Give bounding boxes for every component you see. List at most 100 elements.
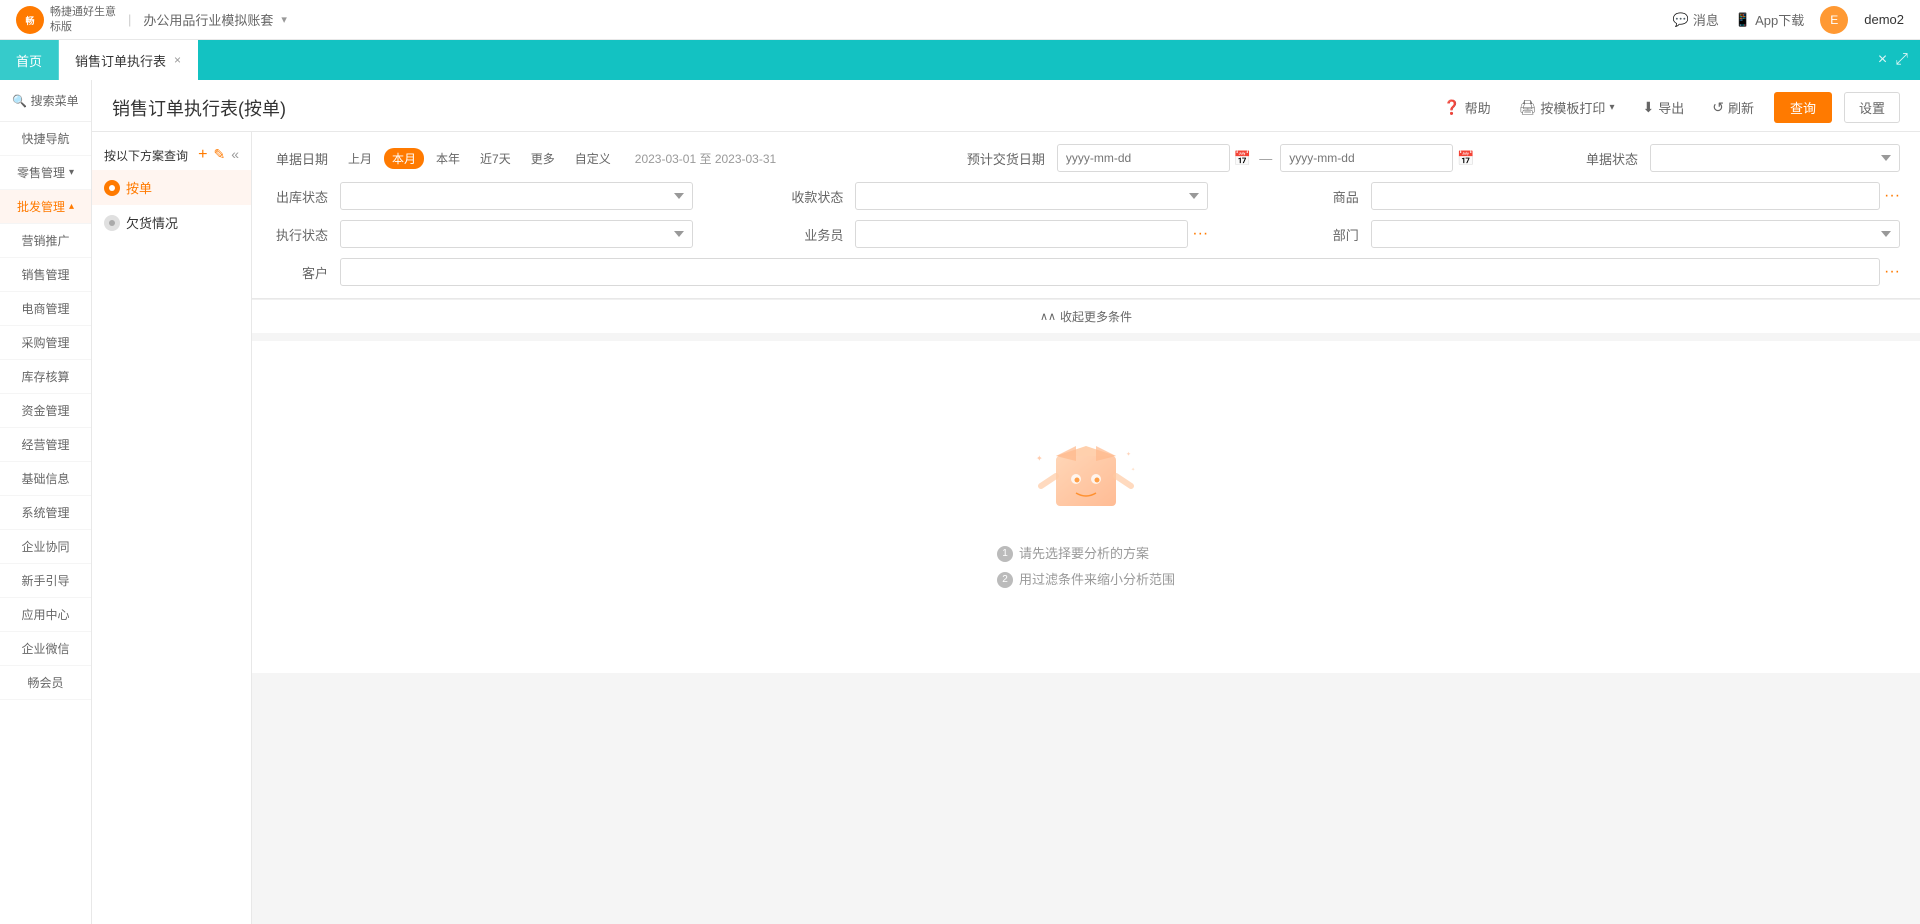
collapse-btn[interactable]: ∧∧ 收起更多条件 <box>252 299 1920 333</box>
sidebar-item-sales[interactable]: 销售管理 <box>0 258 91 292</box>
help-btn[interactable]: ❓ 帮助 <box>1435 94 1498 121</box>
date-tab-prev-month[interactable]: 上月 <box>340 148 380 169</box>
breadcrumb-dropdown-icon[interactable]: ▾ <box>281 13 287 26</box>
product-label: 商品 <box>1303 187 1359 206</box>
tab-spacer <box>198 40 1866 80</box>
username: demo2 <box>1864 12 1904 27</box>
product-field: ··· <box>1371 182 1900 210</box>
top-bar: 畅 畅捷通好生意 标版 | 办公用品行业模拟账套 ▾ 💬 消息 📱 App下载 … <box>0 0 1920 40</box>
top-bar-right: 💬 消息 📱 App下载 E demo2 <box>1673 6 1904 34</box>
sidebar-item-retail[interactable]: 零售管理 ▾ <box>0 156 91 190</box>
sidebar-item-quick-nav[interactable]: 快捷导航 <box>0 122 91 156</box>
solution-panel-actions: + ✎ « <box>198 146 239 164</box>
sidebar-item-finance[interactable]: 资金管理 <box>0 394 91 428</box>
solution-item-order[interactable]: 按单 <box>92 170 251 205</box>
delivery-status-label: 出库状态 <box>272 187 328 206</box>
tab-nav: 首页 销售订单执行表 × × ⤢ <box>0 40 1920 80</box>
payment-status-label: 收款状态 <box>787 187 843 206</box>
avatar[interactable]: E <box>1820 6 1848 34</box>
date-label: 单据日期 <box>272 149 328 168</box>
date-tab-7days[interactable]: 近7天 <box>472 148 519 169</box>
logo-icon: 畅 <box>16 6 44 34</box>
window-maximize-btn[interactable]: ⤢ <box>1895 51 1908 69</box>
delivery-status-field <box>340 182 693 210</box>
sidebar-search-btn[interactable]: 🔍 搜索菜单 <box>8 88 83 113</box>
sidebar-item-inventory[interactable]: 库存核算 <box>0 360 91 394</box>
date-tab-current-month[interactable]: 本月 <box>384 148 424 169</box>
template-print-btn[interactable]: 🖨 按模板打印 ▾ <box>1511 94 1623 121</box>
customer-label: 客户 <box>272 263 328 282</box>
window-close-btn[interactable]: × <box>1878 51 1887 69</box>
home-tab[interactable]: 首页 <box>0 40 59 80</box>
date-tab-more[interactable]: 更多 <box>523 148 563 169</box>
empty-tip-2: 2 用过滤条件来缩小分析范围 <box>997 567 1175 593</box>
filter-section: 单据日期 上月 本月 本年 近7天 更多 自定义 2023-03-01 至 20… <box>252 132 1920 299</box>
customer-input[interactable] <box>340 258 1880 286</box>
sidebar-item-operation[interactable]: 经营管理 <box>0 428 91 462</box>
settings-btn[interactable]: 设置 <box>1844 92 1900 123</box>
solution-add-btn[interactable]: + <box>198 146 207 164</box>
exec-status-select[interactable] <box>340 220 693 248</box>
salesperson-input[interactable] <box>855 220 1188 248</box>
forecast-date-to[interactable] <box>1280 144 1453 172</box>
active-tab[interactable]: 销售订单执行表 × <box>59 40 198 80</box>
forecast-date-from[interactable] <box>1057 144 1230 172</box>
sidebar-item-newuser[interactable]: 新手引导 <box>0 564 91 598</box>
sidebar-item-purchase[interactable]: 采购管理 <box>0 326 91 360</box>
dept-field <box>1371 220 1900 248</box>
content-area: 销售订单执行表(按单) ❓ 帮助 🖨 按模板打印 ▾ ⬇ 导出 ↺ 刷新 <box>92 80 1920 924</box>
chevron-up-icon: ▴ <box>69 201 74 212</box>
product-input[interactable] <box>1371 182 1880 210</box>
breadcrumb: 办公用品行业模拟账套 <box>143 10 273 29</box>
salesperson-more-btn[interactable]: ··· <box>1192 225 1208 243</box>
sidebar-item-system[interactable]: 系统管理 <box>0 496 91 530</box>
sidebar: 🔍 搜索菜单 快捷导航 零售管理 ▾ 批发管理 ▴ 营销推广 销售管理 电商管理… <box>0 80 92 924</box>
sidebar-item-apps[interactable]: 应用中心 <box>0 598 91 632</box>
export-icon: ⬇ <box>1642 99 1654 116</box>
salesperson-label: 业务员 <box>787 225 843 244</box>
date-range-text: 2023-03-01 至 2023-03-31 <box>635 150 776 167</box>
customer-more-btn[interactable]: ··· <box>1884 263 1900 281</box>
sidebar-item-marketing[interactable]: 营销推广 <box>0 224 91 258</box>
calendar-to-icon[interactable]: 📅 <box>1457 150 1474 167</box>
solution-item-debt[interactable]: 欠货情况 <box>92 205 251 240</box>
breadcrumb-separator: | <box>128 12 131 27</box>
print-dropdown-icon: ▾ <box>1609 102 1614 113</box>
sidebar-item-wholesale[interactable]: 批发管理 ▴ <box>0 190 91 224</box>
solution-edit-btn[interactable]: ✎ <box>213 146 225 164</box>
top-bar-left: 畅 畅捷通好生意 标版 | 办公用品行业模拟账套 ▾ <box>16 5 287 34</box>
sidebar-item-wechat[interactable]: 企业微信 <box>0 632 91 666</box>
calendar-from-icon[interactable]: 📅 <box>1234 150 1251 167</box>
query-btn[interactable]: 查询 <box>1774 92 1832 123</box>
message-btn[interactable]: 💬 消息 <box>1673 10 1719 29</box>
product-more-btn[interactable]: ··· <box>1884 187 1900 205</box>
filter-row-3: 执行状态 业务员 ··· 部门 <box>272 220 1900 248</box>
content-inner: 按以下方案查询 + ✎ « 按单 <box>92 132 1920 924</box>
date-tab-current-year[interactable]: 本年 <box>428 148 468 169</box>
sidebar-item-basic[interactable]: 基础信息 <box>0 462 91 496</box>
exec-status-field <box>340 220 693 248</box>
page-title: 销售订单执行表(按单) <box>112 95 286 121</box>
collapse-up-icon: ∧∧ <box>1040 310 1056 323</box>
payment-status-select[interactable] <box>855 182 1208 210</box>
export-btn[interactable]: ⬇ 导出 <box>1634 94 1692 121</box>
sidebar-item-enterprise[interactable]: 企业协同 <box>0 530 91 564</box>
filter-row-2: 出库状态 收款状态 <box>272 182 1900 210</box>
report-header: 销售订单执行表(按单) ❓ 帮助 🖨 按模板打印 ▾ ⬇ 导出 ↺ 刷新 <box>92 80 1920 132</box>
sidebar-item-ecommerce[interactable]: 电商管理 <box>0 292 91 326</box>
dept-select[interactable] <box>1371 220 1900 248</box>
delivery-status-select[interactable] <box>340 182 693 210</box>
tab-actions: × ⤢ <box>1866 40 1920 80</box>
solution-collapse-btn[interactable]: « <box>231 146 239 164</box>
app-download-btn[interactable]: 📱 App下载 <box>1735 10 1804 29</box>
chevron-down-icon: ▾ <box>69 167 74 178</box>
svg-text:✦: ✦ <box>1036 454 1043 463</box>
report-actions: ❓ 帮助 🖨 按模板打印 ▾ ⬇ 导出 ↺ 刷新 查询 设置 <box>1435 92 1900 123</box>
doc-status-select[interactable] <box>1650 144 1900 172</box>
refresh-icon: ↺ <box>1712 99 1724 116</box>
sidebar-item-member[interactable]: 畅会员 <box>0 666 91 700</box>
logo-area: 畅 畅捷通好生意 标版 <box>16 5 116 34</box>
date-tab-custom[interactable]: 自定义 <box>567 148 619 169</box>
tab-close-btn[interactable]: × <box>174 53 181 67</box>
refresh-btn[interactable]: ↺ 刷新 <box>1704 94 1762 121</box>
